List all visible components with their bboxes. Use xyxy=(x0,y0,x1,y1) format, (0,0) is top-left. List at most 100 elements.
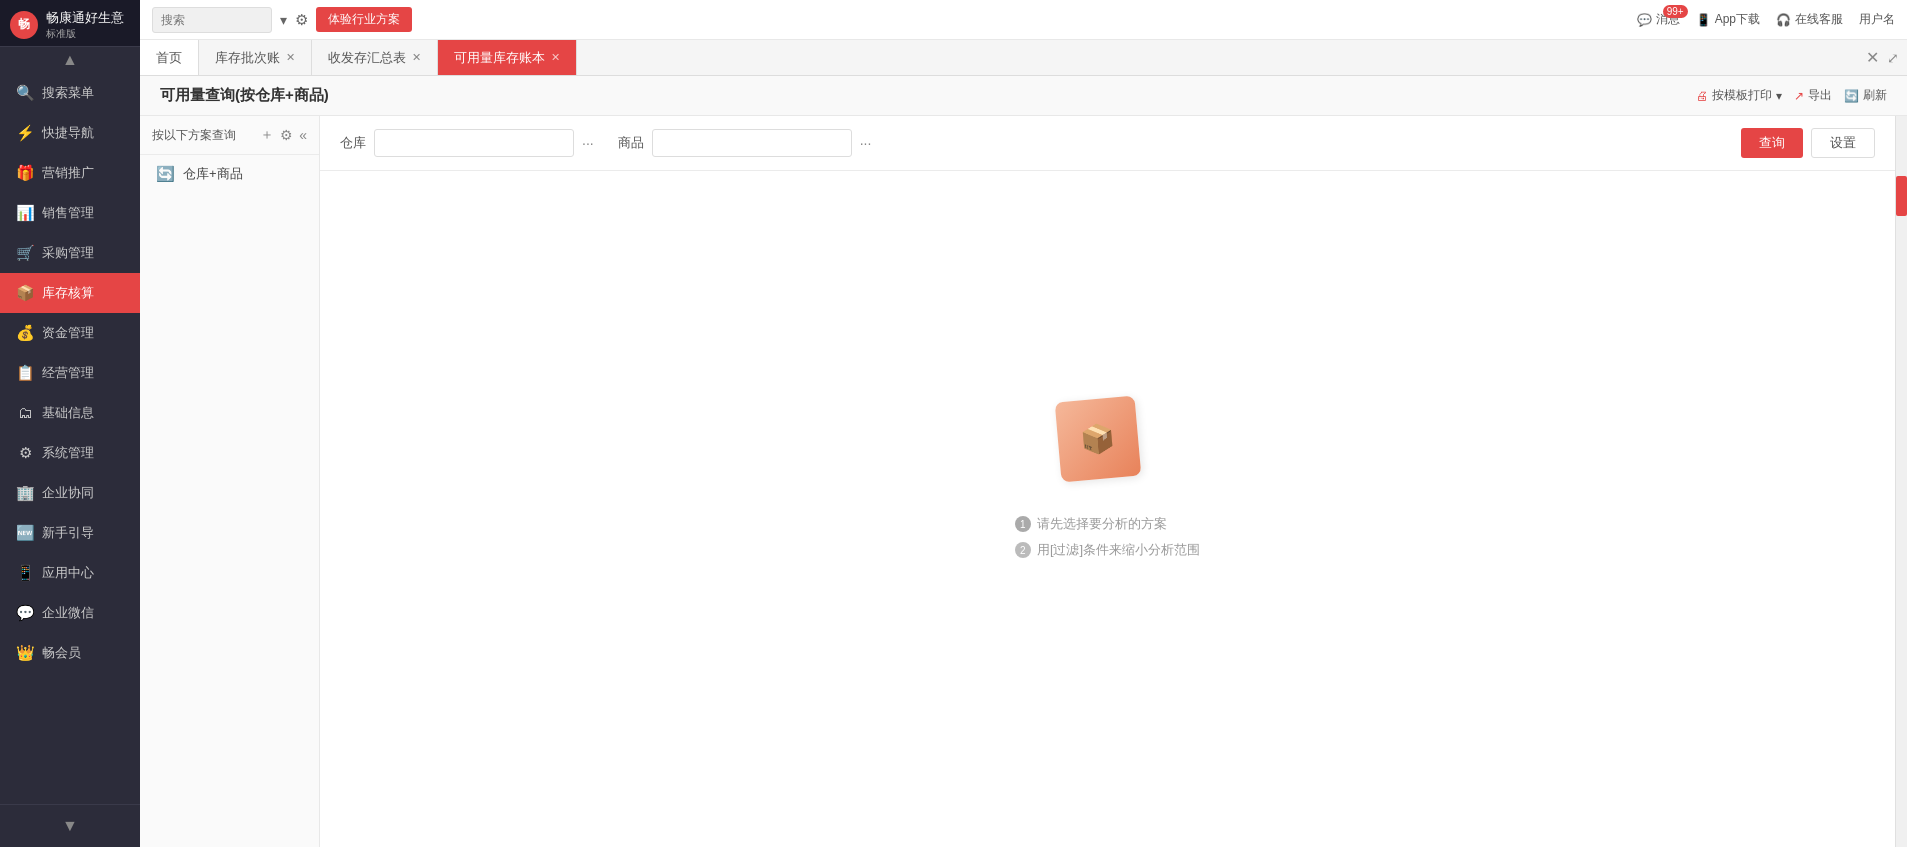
sidebar-item-operations[interactable]: 📋 经营管理 xyxy=(0,353,140,393)
product-more-button[interactable]: ··· xyxy=(860,135,872,151)
sidebar-item-enterprise[interactable]: 🏢 企业协同 xyxy=(0,473,140,513)
print-button[interactable]: 🖨 按模板打印 ▾ xyxy=(1696,87,1782,104)
tab-receipt-summary[interactable]: 收发存汇总表 ✕ xyxy=(312,40,438,75)
empty-tip-1: 1 请先选择要分析的方案 xyxy=(1015,515,1200,533)
app-download-button[interactable]: 📱 App下载 xyxy=(1696,11,1760,28)
product-input[interactable] xyxy=(652,129,852,157)
filter-settings-button[interactable]: 设置 xyxy=(1811,128,1875,158)
enterprise-icon: 🏢 xyxy=(16,484,34,502)
scheme-settings-button[interactable]: ⚙ xyxy=(280,126,293,144)
sidebar-item-basic[interactable]: 🗂 基础信息 xyxy=(0,393,140,433)
product-filter: 商品 ··· xyxy=(618,129,872,157)
scheme-header-actions: ＋ ⚙ « xyxy=(260,126,307,144)
tab-available-ledger-close[interactable]: ✕ xyxy=(551,51,560,64)
export-button[interactable]: ↗ 导出 xyxy=(1794,87,1832,104)
sidebar-scroll-up[interactable]: ▲ xyxy=(0,47,140,73)
sidebar-item-label: 基础信息 xyxy=(42,404,94,422)
sidebar-item-apps[interactable]: 📱 应用中心 xyxy=(0,553,140,593)
message-button[interactable]: 💬 消息 99+ xyxy=(1637,11,1680,28)
sidebar-item-label: 企业微信 xyxy=(42,604,94,622)
query-button[interactable]: 查询 xyxy=(1741,128,1803,158)
service-button[interactable]: 🎧 在线客服 xyxy=(1776,11,1843,28)
print-icon: 🖨 xyxy=(1696,89,1708,103)
dropdown-button[interactable]: ▾ xyxy=(280,12,287,28)
search-input[interactable] xyxy=(152,7,272,33)
sidebar-item-label: 搜索菜单 xyxy=(42,84,94,102)
marketing-icon: 🎁 xyxy=(16,164,34,182)
shortcut-icon: ⚡ xyxy=(16,124,34,142)
tab-available-ledger-label: 可用量库存账本 xyxy=(454,49,545,67)
sidebar-version: 标准版 xyxy=(46,27,124,40)
empty-box-icon: 📦 xyxy=(1054,396,1141,483)
system-icon: ⚙ xyxy=(16,444,34,462)
scrollbar-handle[interactable] xyxy=(1896,176,1907,216)
sidebar-item-inventory[interactable]: 📦 库存核算 xyxy=(0,273,140,313)
warehouse-input[interactable] xyxy=(374,129,574,157)
scheme-item-icon: 🔄 xyxy=(156,165,175,183)
sidebar-item-system[interactable]: ⚙ 系统管理 xyxy=(0,433,140,473)
product-label: 商品 xyxy=(618,134,644,152)
warehouse-label: 仓库 xyxy=(340,134,366,152)
empty-state: 📦 1 请先选择要分析的方案 2 用[过滤]条件来缩小分析范围 xyxy=(320,171,1895,847)
scheme-item-warehouse-product[interactable]: 🔄 仓库+商品 xyxy=(140,155,319,193)
tab-available-ledger[interactable]: 可用量库存账本 ✕ xyxy=(438,40,577,75)
sidebar-item-vip[interactable]: 👑 畅会员 xyxy=(0,633,140,673)
page-header: 可用量查询(按仓库+商品) 🖨 按模板打印 ▾ ↗ 导出 🔄 刷新 xyxy=(140,76,1907,116)
tab-receipt-summary-label: 收发存汇总表 xyxy=(328,49,406,67)
query-filters: 仓库 ··· 商品 ··· 查询 设置 xyxy=(320,116,1895,171)
service-label: 在线客服 xyxy=(1795,11,1843,28)
close-all-tabs-button[interactable]: ✕ xyxy=(1866,48,1879,67)
scheme-item-label: 仓库+商品 xyxy=(183,165,243,183)
sidebar-item-marketing[interactable]: 🎁 营销推广 xyxy=(0,153,140,193)
sidebar-item-label: 系统管理 xyxy=(42,444,94,462)
expand-button[interactable]: ⤢ xyxy=(1887,50,1899,66)
content-area: 按以下方案查询 ＋ ⚙ « 🔄 仓库+商品 仓库 ··· xyxy=(140,116,1907,847)
operations-icon: 📋 xyxy=(16,364,34,382)
warehouse-more-button[interactable]: ··· xyxy=(582,135,594,151)
search-icon: 🔍 xyxy=(16,84,34,102)
inventory-icon: 📦 xyxy=(16,284,34,302)
sidebar-item-label: 企业协同 xyxy=(42,484,94,502)
sidebar-item-label: 库存核算 xyxy=(42,284,94,302)
sidebar-item-search[interactable]: 🔍 搜索菜单 xyxy=(0,73,140,113)
tip-text-1: 请先选择要分析的方案 xyxy=(1037,515,1167,533)
sidebar-scroll-down[interactable]: ▼ xyxy=(0,813,140,839)
tabbar-actions: ✕ ⤢ xyxy=(1858,40,1907,75)
empty-tip-2: 2 用[过滤]条件来缩小分析范围 xyxy=(1015,541,1200,559)
sidebar-item-sales[interactable]: 📊 销售管理 xyxy=(0,193,140,233)
sidebar-item-label: 经营管理 xyxy=(42,364,94,382)
sidebar-item-purchase[interactable]: 🛒 采购管理 xyxy=(0,233,140,273)
sidebar-item-label: 资金管理 xyxy=(42,324,94,342)
tab-batch-account-close[interactable]: ✕ xyxy=(286,51,295,64)
tab-batch-account[interactable]: 库存批次账 ✕ xyxy=(199,40,312,75)
app-label: App下载 xyxy=(1715,11,1760,28)
sidebar-item-finance[interactable]: 💰 资金管理 xyxy=(0,313,140,353)
sidebar-item-wechat[interactable]: 💬 企业微信 xyxy=(0,593,140,633)
sales-icon: 📊 xyxy=(16,204,34,222)
tip-number-2: 2 xyxy=(1015,542,1031,558)
refresh-button[interactable]: 🔄 刷新 xyxy=(1844,87,1887,104)
topbar: ▾ ⚙ 体验行业方案 💬 消息 99+ 📱 App下载 🎧 在线客服 用户名 xyxy=(140,0,1907,40)
export-icon: ↗ xyxy=(1794,89,1804,103)
user-menu[interactable]: 用户名 xyxy=(1859,11,1895,28)
user-label: 用户名 xyxy=(1859,12,1895,26)
apps-icon: 📱 xyxy=(16,564,34,582)
gear-button[interactable]: ⚙ xyxy=(295,11,308,29)
sidebar-item-label: 快捷导航 xyxy=(42,124,94,142)
message-icon: 💬 xyxy=(1637,13,1652,27)
collapse-scheme-button[interactable]: « xyxy=(299,126,307,144)
sidebar-company-name: 畅康通好生意 xyxy=(46,10,124,27)
empty-icon-container: 📦 xyxy=(1058,399,1158,499)
wechat-icon: 💬 xyxy=(16,604,34,622)
add-scheme-button[interactable]: ＋ xyxy=(260,126,274,144)
sidebar-item-newbie[interactable]: 🆕 新手引导 xyxy=(0,513,140,553)
query-actions: 查询 设置 xyxy=(1741,128,1875,158)
tip-text-2: 用[过滤]条件来缩小分析范围 xyxy=(1037,541,1200,559)
sidebar-logo: 畅 xyxy=(10,11,38,39)
tab-receipt-summary-close[interactable]: ✕ xyxy=(412,51,421,64)
industry-button[interactable]: 体验行业方案 xyxy=(316,7,412,32)
tab-home[interactable]: 首页 xyxy=(140,40,199,75)
tab-home-label: 首页 xyxy=(156,49,182,67)
sidebar-item-shortcut[interactable]: ⚡ 快捷导航 xyxy=(0,113,140,153)
sidebar-item-label: 营销推广 xyxy=(42,164,94,182)
